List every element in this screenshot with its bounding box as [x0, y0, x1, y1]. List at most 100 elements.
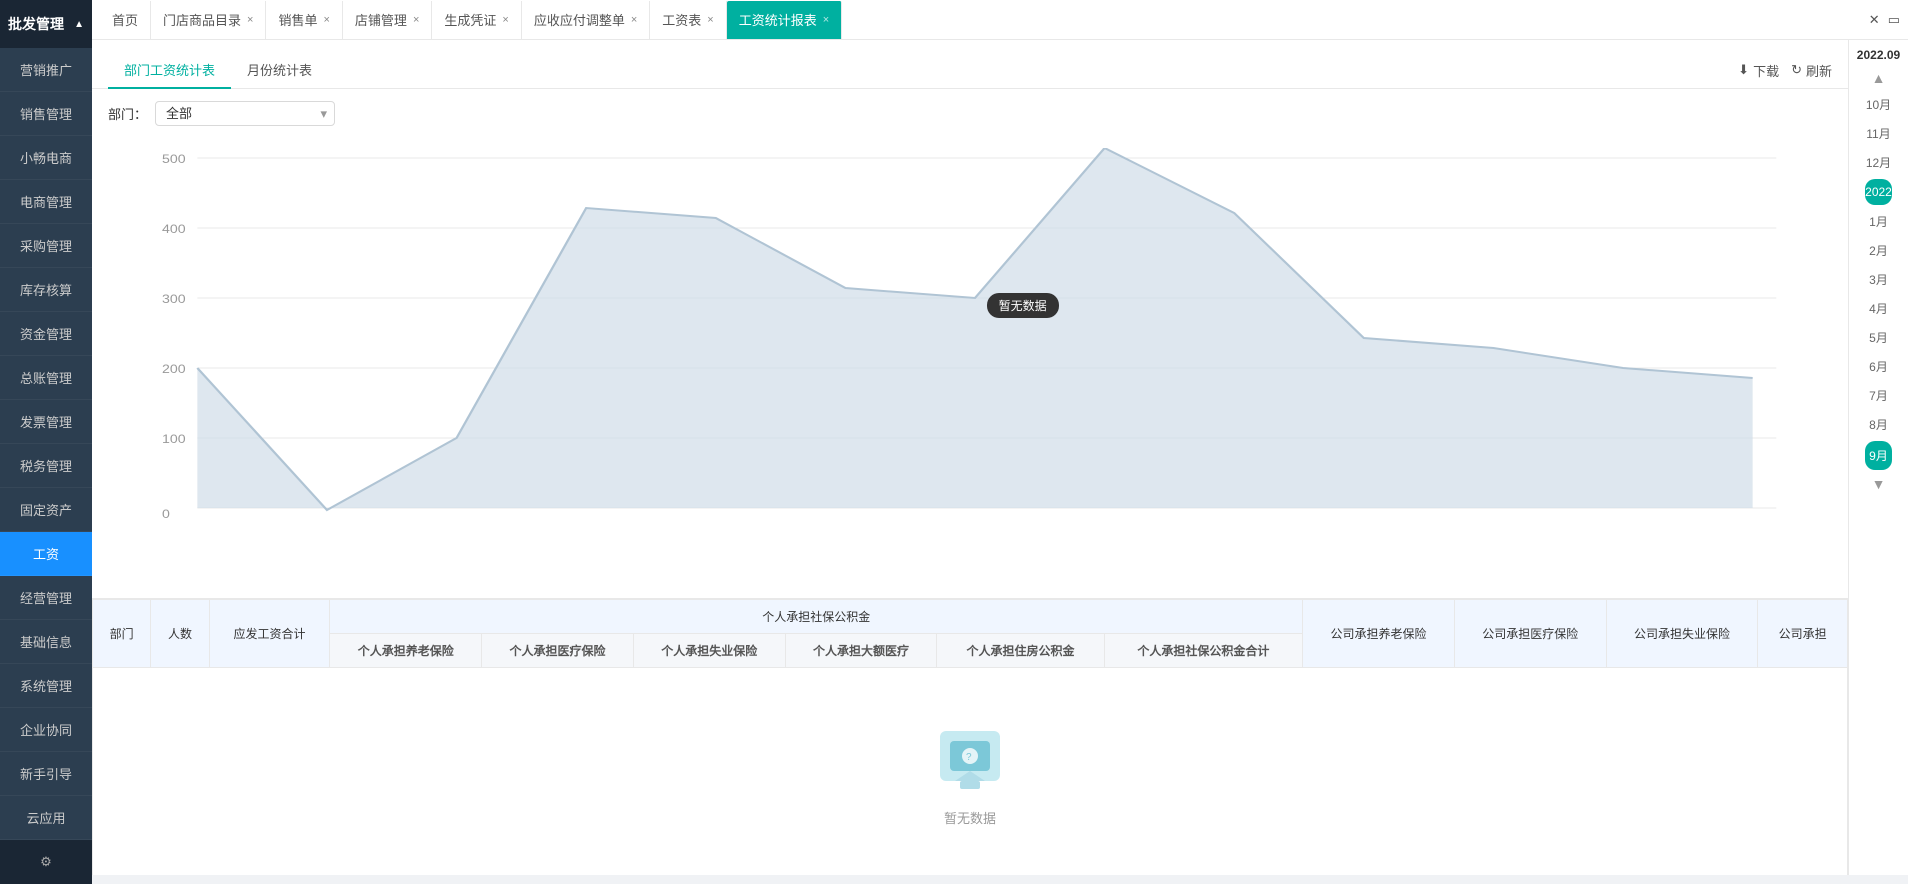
col-header-personal-bigmedical: 个人承担大额医疗 — [785, 634, 937, 668]
sub-tab-部门工资统计表[interactable]: 部门工资统计表 — [108, 52, 231, 89]
tab-close-icon[interactable]: × — [823, 14, 829, 26]
sidebar-item-云应用[interactable]: 云应用 — [0, 796, 92, 840]
download-label: 下载 — [1753, 61, 1779, 80]
main-area: 首页门店商品目录×销售单×店铺管理×生成凭证×应收应付调整单×工资表×工资统计报… — [92, 0, 1908, 875]
table-container[interactable]: 部门 人数 应发工资合计 个人承担社保公积金 公司承担养老保险 公司承担医疗保险… — [92, 598, 1848, 875]
sub-tab-月份统计表[interactable]: 月份统计表 — [231, 52, 328, 89]
sidebar-item-资金管理[interactable]: 资金管理 — [0, 312, 92, 356]
tab-bar: 首页门店商品目录×销售单×店铺管理×生成凭证×应收应付调整单×工资表×工资统计报… — [92, 0, 1908, 40]
tab-bar-restore-icon[interactable]: ▭ — [1888, 12, 1900, 28]
timeline-month-1月[interactable]: 1月 — [1861, 207, 1896, 236]
no-data-container: ? 暂无数据 — [103, 676, 1837, 867]
sidebar-item-系统管理[interactable]: 系统管理 — [0, 664, 92, 708]
chart-area: 500 400 300 200 100 0 — [92, 138, 1848, 598]
sidebar-item-库存核算[interactable]: 库存核算 — [0, 268, 92, 312]
sidebar-item-固定资产[interactable]: 固定资产 — [0, 488, 92, 532]
timeline-year-marker[interactable]: 2022 — [1865, 179, 1892, 205]
col-header-personal-pension: 个人承担养老保险 — [330, 634, 482, 668]
filter-label: 部门： — [108, 104, 147, 123]
timeline-month-10月[interactable]: 10月 — [1861, 90, 1896, 119]
sub-tab-bar: 部门工资统计表月份统计表 ⬇ 下载 ↻ 刷新 — [92, 40, 1848, 89]
timeline-year-label: 2022.09 — [1857, 44, 1900, 66]
page-content: 部门工资统计表月份统计表 ⬇ 下载 ↻ 刷新 部门： 全 — [92, 40, 1848, 875]
filter-row: 部门： 全部 — [92, 89, 1848, 138]
sidebar-item-总账管理[interactable]: 总账管理 — [0, 356, 92, 400]
col-header-company-medical: 公司承担医疗保险 — [1454, 600, 1606, 668]
sub-tabs: 部门工资统计表月份统计表 — [108, 52, 328, 88]
col-header-department: 部门 — [93, 600, 151, 668]
tab-工资表[interactable]: 工资表× — [650, 1, 726, 39]
sidebar-item-税务管理[interactable]: 税务管理 — [0, 444, 92, 488]
tab-close-icon[interactable]: × — [413, 14, 419, 26]
svg-text:100: 100 — [162, 432, 186, 446]
department-select[interactable]: 全部 — [155, 101, 335, 126]
tab-销售单[interactable]: 销售单× — [266, 1, 342, 39]
timeline-month-3月[interactable]: 3月 — [1861, 265, 1896, 294]
timeline-month-2月[interactable]: 2月 — [1861, 236, 1896, 265]
svg-text:200: 200 — [162, 362, 186, 376]
no-data-icon: ? — [930, 716, 1010, 796]
tab-close-icon[interactable]: × — [707, 14, 713, 26]
sidebar-header[interactable]: 批发管理 ▲ — [0, 0, 92, 48]
gear-icon: ⚙ — [40, 854, 52, 869]
timeline-month-9月[interactable]: 9月 — [1865, 441, 1892, 470]
sidebar-expand-icon: ▲ — [74, 19, 84, 30]
col-header-personal-total: 个人承担社保公积金合计 — [1104, 634, 1302, 668]
sidebar-item-工资[interactable]: 工资 — [0, 532, 92, 576]
sidebar-item-采购管理[interactable]: 采购管理 — [0, 224, 92, 268]
content-area: 部门工资统计表月份统计表 ⬇ 下载 ↻ 刷新 部门： 全 — [92, 40, 1908, 875]
timeline-month-8月[interactable]: 8月 — [1861, 410, 1896, 439]
sidebar-item-小畅电商[interactable]: 小畅电商 — [0, 136, 92, 180]
svg-text:300: 300 — [162, 292, 186, 306]
tab-门店商品目录[interactable]: 门店商品目录× — [151, 1, 266, 39]
sidebar-item-企业协同[interactable]: 企业协同 — [0, 708, 92, 752]
tab-首页[interactable]: 首页 — [100, 1, 151, 39]
tab-bar-close-icon[interactable]: ✕ — [1869, 12, 1880, 28]
col-header-total: 应发工资合计 — [209, 600, 330, 668]
timeline-month-5月[interactable]: 5月 — [1861, 323, 1896, 352]
tab-close-icon[interactable]: × — [247, 14, 253, 26]
col-header-company-unemploy: 公司承担失业保险 — [1606, 600, 1758, 668]
svg-text:500: 500 — [162, 152, 186, 166]
tab-close-icon[interactable]: × — [323, 14, 329, 26]
timeline-month-6月[interactable]: 6月 — [1861, 352, 1896, 381]
col-header-personal-unemploy: 个人承担失业保险 — [633, 634, 785, 668]
sidebar-footer[interactable]: ⚙ — [0, 840, 92, 884]
timeline-month-12月[interactable]: 12月 — [1861, 148, 1896, 177]
timeline-down-arrow[interactable]: ▼ — [1868, 472, 1890, 496]
tab-close-icon[interactable]: × — [502, 14, 508, 26]
tab-店铺管理[interactable]: 店铺管理× — [343, 1, 432, 39]
download-icon: ⬇ — [1738, 62, 1749, 78]
col-group-personal: 个人承担社保公积金 — [330, 600, 1303, 634]
sidebar-item-营销推广[interactable]: 营销推广 — [0, 48, 92, 92]
sub-tab-actions: ⬇ 下载 ↻ 刷新 — [1738, 61, 1832, 80]
refresh-label: 刷新 — [1806, 61, 1832, 80]
col-header-count: 人数 — [151, 600, 209, 668]
tab-工资统计报表[interactable]: 工资统计报表× — [727, 1, 842, 39]
sidebar-item-基础信息[interactable]: 基础信息 — [0, 620, 92, 664]
tab-close-icon[interactable]: × — [631, 14, 637, 26]
refresh-button[interactable]: ↻ 刷新 — [1791, 61, 1832, 80]
sidebar-item-销售管理[interactable]: 销售管理 — [0, 92, 92, 136]
no-data-text: 暂无数据 — [944, 808, 996, 827]
timeline-panel: 2022.09 ▲ 10月11月12月20221月2月3月4月5月6月7月8月9… — [1848, 40, 1908, 875]
sidebar-item-新手引导[interactable]: 新手引导 — [0, 752, 92, 796]
sidebar: 批发管理 ▲ 营销推广销售管理小畅电商电商管理采购管理库存核算资金管理总账管理发… — [0, 0, 92, 875]
data-table: 部门 人数 应发工资合计 个人承担社保公积金 公司承担养老保险 公司承担医疗保险… — [92, 599, 1848, 875]
svg-text:400: 400 — [162, 222, 186, 236]
col-header-company-misc: 公司承担 — [1758, 600, 1848, 668]
sidebar-item-经营管理[interactable]: 经营管理 — [0, 576, 92, 620]
sidebar-item-发票管理[interactable]: 发票管理 — [0, 400, 92, 444]
timeline-up-arrow[interactable]: ▲ — [1868, 66, 1890, 90]
download-button[interactable]: ⬇ 下载 — [1738, 61, 1779, 80]
col-header-personal-housing: 个人承担住房公积金 — [937, 634, 1104, 668]
col-header-personal-medical: 个人承担医疗保险 — [482, 634, 634, 668]
tab-应收应付调整单[interactable]: 应收应付调整单× — [522, 1, 650, 39]
tab-生成凭证[interactable]: 生成凭证× — [432, 1, 521, 39]
timeline-month-11月[interactable]: 11月 — [1861, 119, 1896, 148]
refresh-icon: ↻ — [1791, 62, 1802, 78]
chart-svg: 500 400 300 200 100 0 — [162, 148, 1788, 548]
timeline-month-7月[interactable]: 7月 — [1861, 381, 1896, 410]
sidebar-item-电商管理[interactable]: 电商管理 — [0, 180, 92, 224]
timeline-month-4月[interactable]: 4月 — [1861, 294, 1896, 323]
